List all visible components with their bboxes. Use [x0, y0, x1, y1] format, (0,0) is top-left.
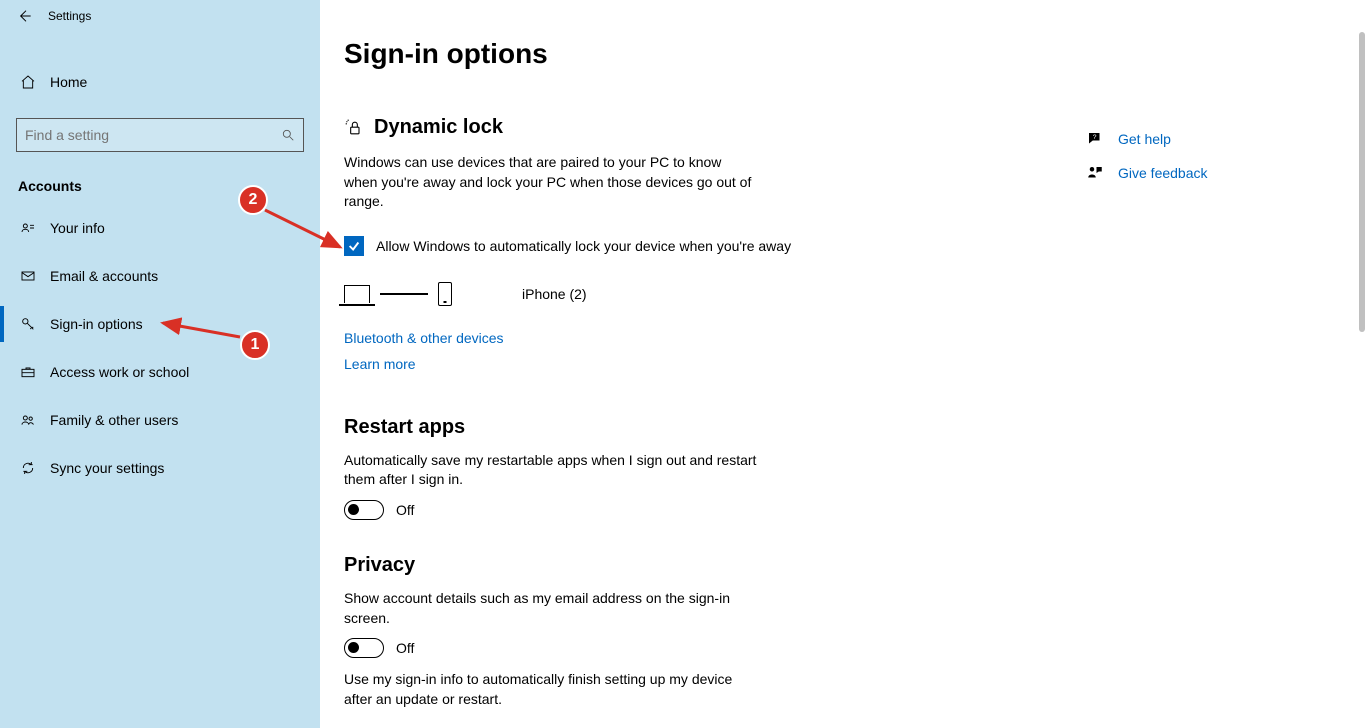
sidebar-item-label: Email & accounts — [50, 268, 158, 284]
sidebar-item-label: Your info — [50, 220, 105, 236]
restart-apps-toggle[interactable] — [344, 500, 384, 520]
link-text: Get help — [1118, 131, 1171, 147]
device-glyphs — [344, 282, 452, 306]
sidebar-item-your-info[interactable]: Your info — [0, 204, 320, 252]
restart-apps-desc: Automatically save my restartable apps w… — [344, 451, 764, 490]
restart-apps-toggle-row: Off — [344, 500, 1104, 520]
content: Sign-in options Dynamic lock Windows can… — [320, 0, 1366, 728]
mail-icon — [20, 268, 36, 284]
back-button[interactable] — [0, 0, 48, 32]
section-heading: Privacy — [344, 554, 1104, 577]
titlebar: Settings — [0, 0, 320, 32]
sidebar-item-label: Family & other users — [50, 412, 178, 428]
phone-icon — [438, 282, 452, 306]
dynamic-lock-desc: Windows can use devices that are paired … — [344, 153, 754, 212]
privacy-toggle-row: Off — [344, 638, 1104, 658]
dynamic-lock-checkbox[interactable] — [344, 236, 364, 256]
link-give-feedback[interactable]: Give feedback — [1086, 164, 1306, 182]
people-icon — [20, 412, 36, 428]
sidebar-item-label: Sign-in options — [50, 316, 143, 332]
connection-line-icon — [380, 293, 428, 295]
app-title: Settings — [48, 9, 91, 23]
check-icon — [347, 239, 361, 253]
link-bluetooth-devices[interactable]: Bluetooth & other devices — [344, 330, 504, 346]
person-card-icon — [20, 220, 36, 236]
sidebar-item-label: Sync your settings — [50, 460, 164, 476]
sidebar-item-email[interactable]: Email & accounts — [0, 252, 320, 300]
svg-text:?: ? — [1093, 134, 1097, 141]
paired-device-name: iPhone (2) — [522, 286, 587, 302]
section-restart-apps: Restart apps Automatically save my resta… — [344, 416, 1104, 520]
help-chat-icon: ? — [1086, 130, 1104, 148]
paired-device-row: iPhone (2) — [344, 282, 1104, 306]
privacy-desc1: Show account details such as my email ad… — [344, 589, 764, 628]
privacy-desc2: Use my sign-in info to automatically fin… — [344, 670, 764, 709]
section-heading-text: Privacy — [344, 554, 415, 577]
search-input[interactable] — [25, 127, 281, 143]
section-dynamic-lock: Dynamic lock Windows can use devices tha… — [344, 116, 1104, 382]
sidebar-item-signin-options[interactable]: Sign-in options — [0, 300, 320, 348]
dynamic-lock-checkbox-row[interactable]: Allow Windows to automatically lock your… — [344, 236, 1104, 256]
scrollbar-thumb[interactable] — [1359, 32, 1365, 332]
sidebar-item-family[interactable]: Family & other users — [0, 396, 320, 444]
restart-apps-toggle-label: Off — [396, 502, 414, 518]
privacy-toggle-label: Off — [396, 640, 414, 656]
sidebar-item-work-school[interactable]: Access work or school — [0, 348, 320, 396]
search-icon — [281, 128, 295, 142]
section-heading-text: Restart apps — [344, 416, 465, 439]
section-heading-text: Dynamic lock — [374, 116, 503, 139]
section-heading: Restart apps — [344, 416, 1104, 439]
annotation-badge-2: 2 — [238, 185, 268, 215]
dynamic-lock-icon — [344, 118, 364, 138]
section-heading: Dynamic lock — [344, 116, 1104, 139]
feedback-icon — [1086, 164, 1104, 182]
search-input-wrap[interactable] — [16, 118, 304, 152]
sidebar: Settings Home Accounts Your info Email &… — [0, 0, 320, 728]
sidebar-item-label: Access work or school — [50, 364, 189, 380]
page-title: Sign-in options — [344, 38, 1366, 70]
dynamic-lock-checkbox-label: Allow Windows to automatically lock your… — [376, 238, 791, 254]
sync-icon — [20, 460, 36, 476]
sidebar-home[interactable]: Home — [0, 62, 320, 102]
home-icon — [20, 74, 36, 90]
sidebar-item-sync[interactable]: Sync your settings — [0, 444, 320, 492]
briefcase-icon — [20, 364, 36, 380]
link-text: Give feedback — [1118, 165, 1208, 181]
arrow-left-icon — [16, 8, 32, 24]
section-privacy: Privacy Show account details such as my … — [344, 554, 1104, 709]
annotation-badge-1: 1 — [240, 330, 270, 360]
key-icon — [20, 316, 36, 332]
laptop-icon — [344, 285, 370, 303]
right-column: ? Get help Give feedback — [1086, 130, 1306, 198]
link-learn-more[interactable]: Learn more — [344, 356, 416, 372]
privacy-toggle[interactable] — [344, 638, 384, 658]
sidebar-section-label: Accounts — [18, 178, 320, 194]
link-get-help[interactable]: ? Get help — [1086, 130, 1306, 148]
sidebar-home-label: Home — [50, 74, 87, 90]
